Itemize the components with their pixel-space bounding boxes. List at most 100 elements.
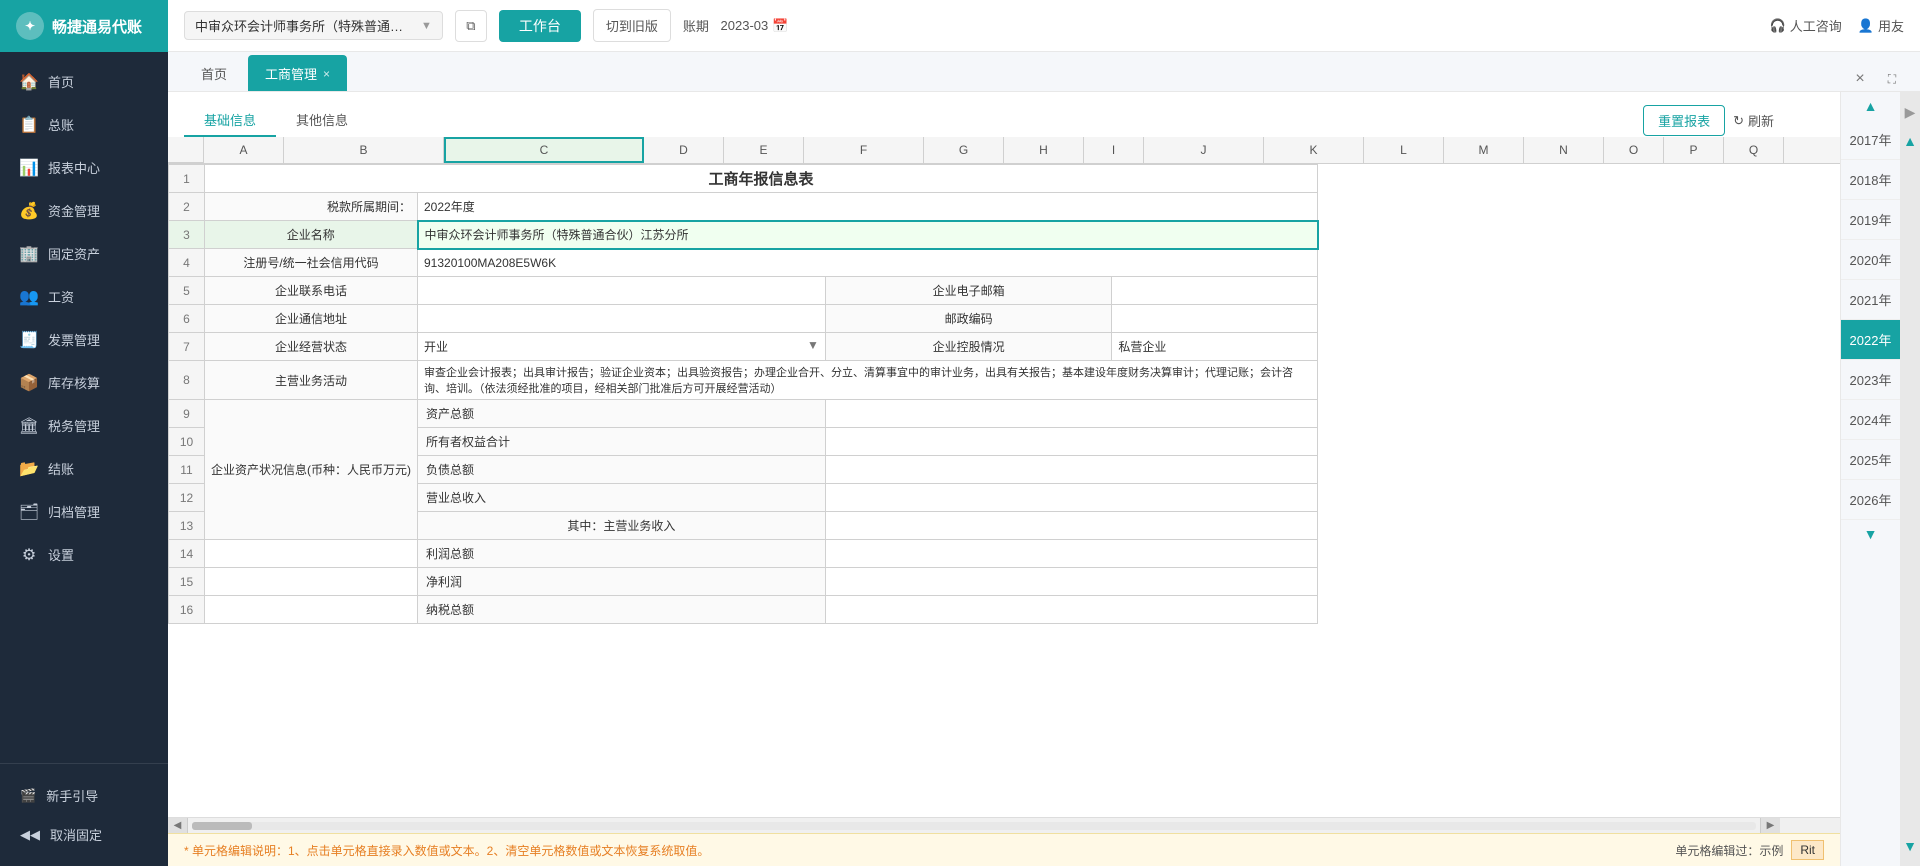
user-label: 用友 [1878, 16, 1904, 35]
sub-tab-other-label: 其他信息 [296, 113, 348, 128]
sidebar-item-ledger[interactable]: 📋 总账 [0, 103, 168, 146]
tabbar: 首页 工商管理 × × ⛶ [168, 52, 1920, 92]
assets-icon: 🏢 [20, 245, 38, 263]
sub-tab-other[interactable]: 其他信息 [276, 104, 368, 137]
panel-up-btn[interactable]: ▲ [1899, 129, 1920, 153]
biz-activity-cell[interactable]: 审查企业会计报表；出具审计报告；验证企业资本；出具验资报告；办理企业合开、分立、… [418, 361, 1318, 400]
sub-tab-basic[interactable]: 基础信息 [184, 104, 276, 137]
year-item-2019[interactable]: 2019年 [1841, 200, 1900, 240]
sidebar-item-assets[interactable]: 🏢 固定资产 [0, 232, 168, 275]
sidebar-item-label: 资金管理 [48, 201, 100, 220]
col-header-e: E [724, 137, 804, 163]
main-revenue-value[interactable] [825, 512, 1317, 540]
sidebar-item-payroll[interactable]: 👥 工资 [0, 275, 168, 318]
maximize-window-icon[interactable]: ⛶ [1880, 67, 1904, 91]
tab-home[interactable]: 首页 [184, 55, 244, 91]
sidebar-item-finance[interactable]: 💰 资金管理 [0, 189, 168, 232]
old-version-button[interactable]: 切到旧版 [593, 9, 671, 42]
bottom-hint: * 单元格编辑说明：1、点击单元格直接录入数值或文本。2、清空单元格数值或文本恢… [184, 842, 709, 859]
panel-collapse-btn[interactable]: ▶ [1901, 100, 1920, 125]
year-down-btn[interactable]: ▼ [1841, 520, 1900, 548]
spreadsheet-table: 1 工商年报信息表 2 税款所属期间： 2022年度 3 企业名称 [168, 164, 1319, 624]
row-num: 7 [169, 333, 205, 361]
calendar-icon[interactable]: 📅 [772, 18, 788, 34]
table-row: 3 企业名称 中审众环会计师事务所（特殊普通合伙）江苏分所 [169, 221, 1318, 249]
year-item-2023[interactable]: 2023年 [1841, 360, 1900, 400]
company-name-cell[interactable]: 中审众环会计师事务所（特殊普通合伙）江苏分所 [418, 221, 1318, 249]
sidebar-item-close[interactable]: 📂 结账 [0, 447, 168, 490]
tab-close-icon[interactable]: × [323, 67, 330, 81]
total-assets-value[interactable] [825, 400, 1317, 428]
sidebar-item-reports[interactable]: 📊 报表中心 [0, 146, 168, 189]
row-num: 6 [169, 305, 205, 333]
postal-label: 邮政编码 [825, 305, 1111, 333]
holding-cell[interactable]: 私营企业 [1112, 333, 1318, 361]
bottom-bar: * 单元格编辑说明：1、点击单元格直接录入数值或文本。2、清空单元格数值或文本恢… [168, 833, 1840, 866]
table-row: 15 净利润 [169, 568, 1318, 596]
panel-down-btn[interactable]: ▼ [1899, 834, 1920, 858]
year-item-2024[interactable]: 2024年 [1841, 400, 1900, 440]
hscroll-thumb[interactable] [192, 822, 252, 830]
spreadsheet-body[interactable]: 1 工商年报信息表 2 税款所属期间： 2022年度 3 企业名称 [168, 164, 1840, 817]
user-menu[interactable]: 👤 用友 [1858, 16, 1904, 35]
address-cell[interactable] [418, 305, 826, 333]
year-item-2018[interactable]: 2018年 [1841, 160, 1900, 200]
col-header-c: C [444, 137, 644, 163]
revenue-value[interactable] [825, 484, 1317, 512]
year-item-2021[interactable]: 2021年 [1841, 280, 1900, 320]
row-num: 15 [169, 568, 205, 596]
phone-cell[interactable] [418, 277, 826, 305]
reset-button[interactable]: 重置报表 [1643, 105, 1725, 136]
sidebar-item-invoice[interactable]: 🧾 发票管理 [0, 318, 168, 361]
new-guide[interactable]: 🎬 新手引导 [0, 776, 168, 815]
support-label: 人工咨询 [1790, 16, 1842, 35]
biz-status-cell[interactable]: 开业▼ [418, 333, 826, 361]
scroll-right-btn[interactable]: ▶ [1760, 818, 1780, 834]
equity-value[interactable] [825, 428, 1317, 456]
table-row: 16 纳税总额 [169, 596, 1318, 624]
topbar-right: 🎧 人工咨询 👤 用友 [1770, 16, 1904, 35]
support-button[interactable]: 🎧 人工咨询 [1770, 16, 1842, 35]
workbench-button[interactable]: 工作台 [499, 10, 581, 42]
liabilities-value[interactable] [825, 456, 1317, 484]
sidebar-item-inventory[interactable]: 📦 库存核算 [0, 361, 168, 404]
sidebar-item-label: 工资 [48, 287, 74, 306]
sub-tabs: 基础信息 其他信息 重置报表 ↻ 刷新 [168, 92, 1840, 137]
net-profit-label: 净利润 [418, 568, 826, 596]
scroll-left-btn[interactable]: ◀ [168, 818, 188, 834]
year-item-2017[interactable]: 2017年 [1841, 120, 1900, 160]
tax-value[interactable] [825, 596, 1317, 624]
year-item-2025[interactable]: 2025年 [1841, 440, 1900, 480]
sidebar-item-tax[interactable]: 🏛 税务管理 [0, 404, 168, 447]
net-profit-value[interactable] [825, 568, 1317, 596]
profit-value[interactable] [825, 540, 1317, 568]
sidebar-item-archive[interactable]: 🗂 归档管理 [0, 490, 168, 533]
guide-icon: 🎬 [20, 788, 36, 804]
reg-num-cell[interactable]: 91320100MA208E5W6K [418, 249, 1318, 277]
sidebar-item-label: 归档管理 [48, 502, 100, 521]
col-header-h: H [1004, 137, 1084, 163]
postal-cell[interactable] [1112, 305, 1318, 333]
period-value-cell[interactable]: 2022年度 [418, 193, 1318, 221]
sidebar-item-settings[interactable]: ⚙ 设置 [0, 533, 168, 576]
tab-business[interactable]: 工商管理 × [248, 55, 347, 91]
unpin-label: 取消固定 [50, 825, 102, 844]
example-cell: Rit [1791, 840, 1824, 860]
company-name: 中审众环会计师事务所（特殊普通合伙... [195, 16, 415, 35]
company-selector[interactable]: 中审众环会计师事务所（特殊普通合伙... ▼ [184, 11, 443, 40]
sidebar-item-home[interactable]: 🏠 首页 [0, 60, 168, 103]
copy-icon[interactable]: ⧉ [455, 10, 487, 42]
year-up-btn[interactable]: ▲ [1841, 92, 1900, 120]
unpin-button[interactable]: ◀◀ 取消固定 [0, 815, 168, 854]
empty-cell [205, 540, 418, 568]
year-item-2026[interactable]: 2026年 [1841, 480, 1900, 520]
email-cell[interactable] [1112, 277, 1318, 305]
close-window-icon[interactable]: × [1848, 67, 1872, 91]
sidebar-item-label: 总账 [48, 115, 74, 134]
table-title-cell[interactable]: 工商年报信息表 [205, 165, 1318, 193]
refresh-button[interactable]: ↻ 刷新 [1733, 111, 1774, 130]
year-item-2020[interactable]: 2020年 [1841, 240, 1900, 280]
hscroll-bar[interactable]: ◀ ▶ [168, 817, 1840, 833]
col-header-q: Q [1724, 137, 1784, 163]
year-item-2022[interactable]: 2022年 [1841, 320, 1900, 360]
